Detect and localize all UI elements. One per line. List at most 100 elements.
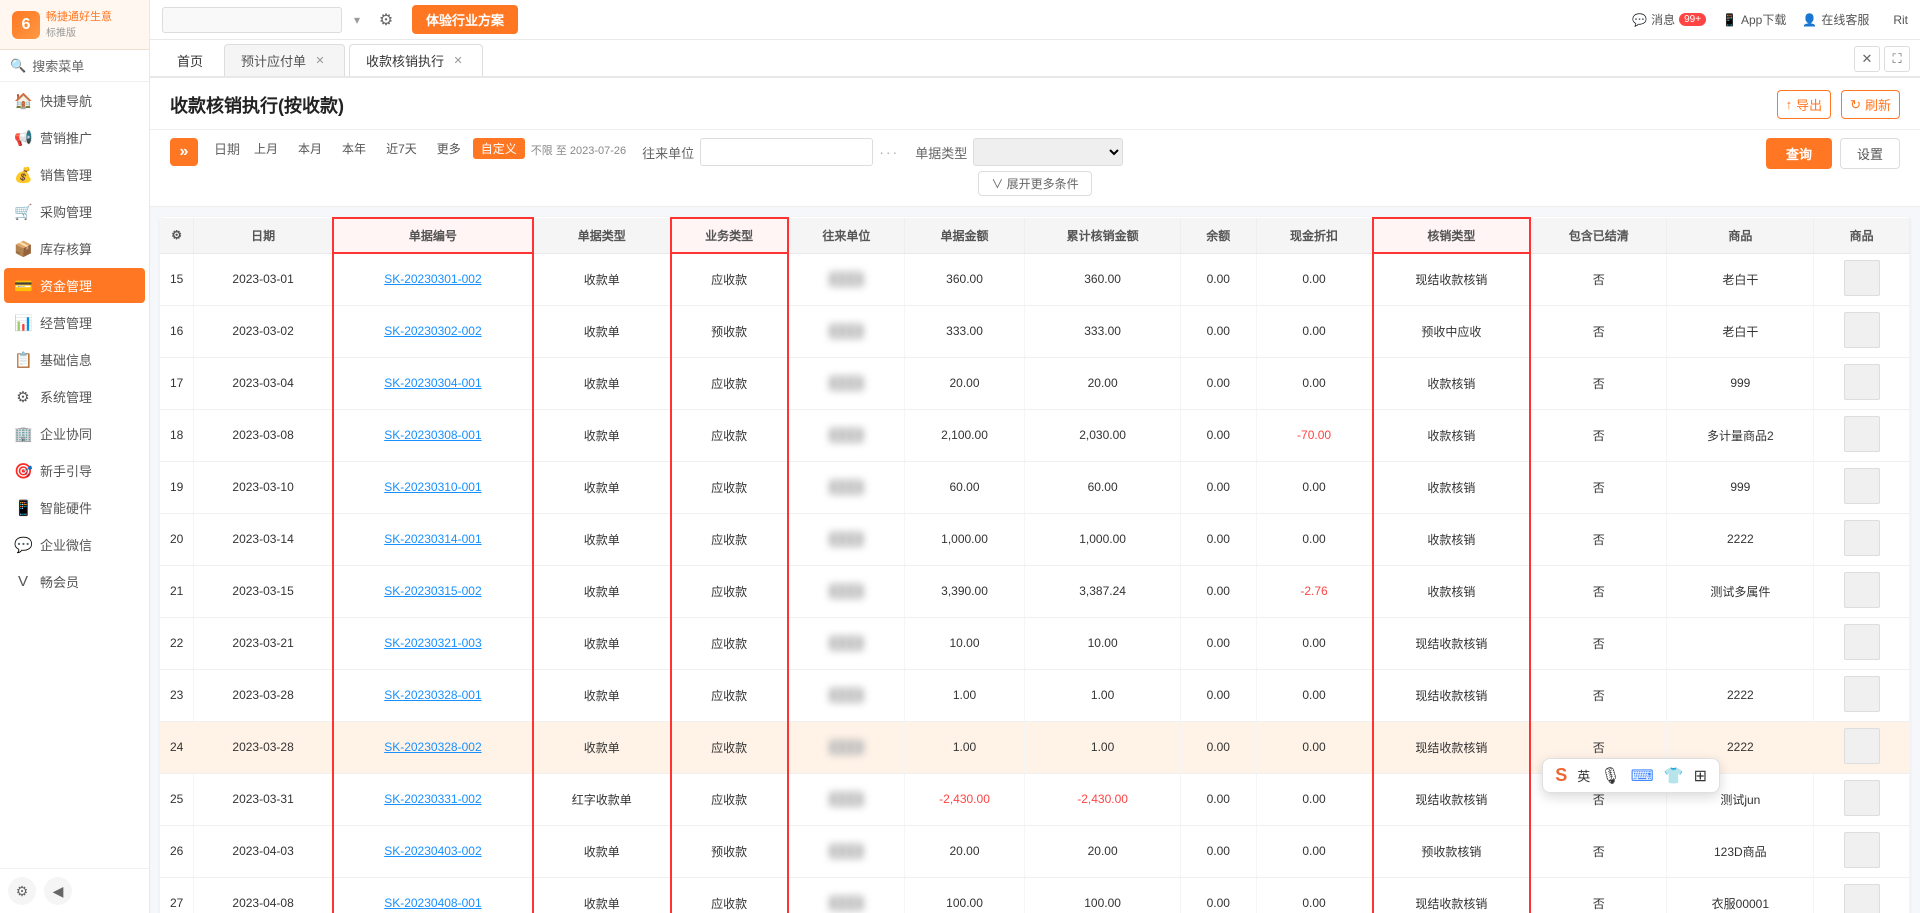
date-pill-this-year[interactable]: 本年: [334, 138, 374, 159]
refresh-btn[interactable]: ↻ 刷新: [1841, 90, 1900, 119]
sidebar-item-member[interactable]: V 畅会员: [4, 564, 145, 599]
td-writeoff-type: 收款核销: [1373, 513, 1531, 565]
tab-writeoff[interactable]: 收款核销执行 ✕: [349, 44, 483, 76]
ime-mic-icon[interactable]: 🎙: [1600, 766, 1620, 786]
td-date: 2023-03-02: [194, 305, 333, 357]
td-docno[interactable]: SK-20230328-002: [333, 721, 533, 773]
filter-expand-btn[interactable]: »: [170, 138, 198, 166]
table-row[interactable]: 152023-03-01SK-20230301-002收款单应收款████360…: [160, 253, 1910, 305]
tab-close-icon[interactable]: ✕: [450, 53, 466, 69]
table-row[interactable]: 162023-03-02SK-20230302-002收款单预收款████333…: [160, 305, 1910, 357]
sidebar-item-label: 新手引导: [40, 461, 92, 480]
doctype-select[interactable]: [973, 138, 1123, 166]
date-pill-custom[interactable]: 自定义: [473, 138, 525, 159]
td-date: 2023-03-04: [194, 357, 333, 409]
table-row[interactable]: 222023-03-21SK-20230321-003收款单应收款████10.…: [160, 617, 1910, 669]
sidebar-item-inventory[interactable]: 📦 库存核算: [4, 231, 145, 266]
td-biztype: 应收款: [671, 253, 788, 305]
dots-icon[interactable]: ···: [879, 144, 899, 160]
td-balance: 0.00: [1181, 305, 1256, 357]
sidebar-item-purchase[interactable]: 🛒 采购管理: [4, 194, 145, 229]
sidebar-item-sales[interactable]: 💰 销售管理: [4, 157, 145, 192]
table-row[interactable]: 232023-03-28SK-20230328-001收款单应收款████1.0…: [160, 669, 1910, 721]
online-service-btn[interactable]: 👤 在线客服: [1802, 11, 1869, 28]
user-label[interactable]: Rit: [1893, 13, 1908, 27]
table-row[interactable]: 272023-04-08SK-20230408-001收款单应收款████100…: [160, 877, 1910, 913]
industry-btn[interactable]: 体验行业方案: [412, 5, 518, 34]
date-pills: 上月 本月 本年 近7天 更多 自定义: [246, 138, 525, 159]
message-btn[interactable]: 💬 消息 99+: [1632, 11, 1706, 28]
sidebar-item-finance[interactable]: 💳 资金管理: [4, 268, 145, 303]
table-row[interactable]: 202023-03-14SK-20230314-001收款单应收款████1,0…: [160, 513, 1910, 565]
td-docno[interactable]: SK-20230304-001: [333, 357, 533, 409]
breadcrumb-input[interactable]: [162, 7, 342, 33]
td-doctype: 收款单: [533, 461, 670, 513]
td-doctype: 红字收款单: [533, 773, 670, 825]
td-docno[interactable]: SK-20230315-002: [333, 565, 533, 617]
th-balance: 余额: [1181, 218, 1256, 253]
td-doctype: 收款单: [533, 357, 670, 409]
td-discount: 0.00: [1256, 305, 1373, 357]
th-settings[interactable]: ⚙: [160, 218, 194, 253]
date-pill-7days[interactable]: 近7天: [378, 138, 425, 159]
td-docno[interactable]: SK-20230302-002: [333, 305, 533, 357]
sidebar-item-label: 系统管理: [40, 387, 92, 406]
tab-label: 收款核销执行: [366, 51, 444, 70]
tab-expand-btn[interactable]: ⛶: [1884, 46, 1910, 72]
expand-more-btn[interactable]: ∨ 展开更多条件: [978, 171, 1091, 196]
table-row[interactable]: 182023-03-08SK-20230308-001收款单应收款████2,1…: [160, 409, 1910, 461]
sidebar-item-basic[interactable]: 📋 基础信息: [4, 342, 145, 377]
sidebar-item-marketing[interactable]: 📢 营销推广: [4, 120, 145, 155]
date-pill-last-month[interactable]: 上月: [246, 138, 286, 159]
export-btn[interactable]: ↑ 导出: [1777, 90, 1832, 119]
td-docno[interactable]: SK-20230403-002: [333, 825, 533, 877]
td-docno[interactable]: SK-20230308-001: [333, 409, 533, 461]
td-docno[interactable]: SK-20230301-002: [333, 253, 533, 305]
table-row[interactable]: 172023-03-04SK-20230304-001收款单应收款████20.…: [160, 357, 1910, 409]
ime-shirt-icon[interactable]: 👕: [1664, 766, 1684, 786]
tab-home[interactable]: 首页: [160, 44, 220, 76]
th-biztype: 业务类型: [671, 218, 788, 253]
query-btn[interactable]: 查询: [1766, 138, 1832, 169]
setting-btn[interactable]: 设置: [1840, 138, 1900, 169]
ime-grid-icon[interactable]: ⊞: [1694, 766, 1707, 786]
tab-pending[interactable]: 预计应付单 ✕: [224, 44, 345, 76]
date-pill-more[interactable]: 更多: [429, 138, 469, 159]
td-seq: 25: [160, 773, 194, 825]
td-seq: 21: [160, 565, 194, 617]
tab-close-all-btn[interactable]: ✕: [1854, 46, 1880, 72]
td-discount: 0.00: [1256, 773, 1373, 825]
sidebar-item-enterprise[interactable]: 🏢 企业协同: [4, 416, 145, 451]
date-pill-this-month[interactable]: 本月: [290, 138, 330, 159]
td-goods2: [1814, 357, 1910, 409]
settings-bottom-btn[interactable]: ⚙: [8, 877, 36, 905]
td-amount: 333.00: [904, 305, 1024, 357]
app-download-btn[interactable]: 📱 App下载: [1722, 11, 1786, 28]
td-goods: 老白干: [1667, 305, 1814, 357]
td-docno[interactable]: SK-20230328-001: [333, 669, 533, 721]
sidebar-search[interactable]: 🔍 搜索菜单: [0, 50, 149, 82]
sidebar-item-system[interactable]: ⚙ 系统管理: [4, 379, 145, 414]
td-writeoff-type: 收款核销: [1373, 357, 1531, 409]
td-writeoff-amount: 2,030.00: [1025, 409, 1181, 461]
sidebar-item-operation[interactable]: 📊 经营管理: [4, 305, 145, 340]
table-row[interactable]: 262023-04-03SK-20230403-002收款单预收款████20.…: [160, 825, 1910, 877]
td-docno[interactable]: SK-20230408-001: [333, 877, 533, 913]
td-docno[interactable]: SK-20230321-003: [333, 617, 533, 669]
collapse-btn[interactable]: ◀: [44, 877, 72, 905]
tab-close-icon[interactable]: ✕: [312, 53, 328, 69]
ime-keyboard-icon[interactable]: ⌨: [1631, 766, 1654, 786]
table-row[interactable]: 212023-03-15SK-20230315-002收款单应收款████3,3…: [160, 565, 1910, 617]
home-icon: 🏠: [14, 92, 32, 110]
td-docno[interactable]: SK-20230331-002: [333, 773, 533, 825]
sidebar-item-guide[interactable]: 🎯 新手引导: [4, 453, 145, 488]
unit-input[interactable]: [700, 138, 873, 166]
td-docno[interactable]: SK-20230314-001: [333, 513, 533, 565]
gear-icon[interactable]: ⚙: [372, 6, 400, 34]
message-label: 消息: [1651, 11, 1675, 28]
sidebar-item-hardware[interactable]: 📱 智能硬件: [4, 490, 145, 525]
sidebar-item-wechat[interactable]: 💬 企业微信: [4, 527, 145, 562]
table-row[interactable]: 192023-03-10SK-20230310-001收款单应收款████60.…: [160, 461, 1910, 513]
td-docno[interactable]: SK-20230310-001: [333, 461, 533, 513]
sidebar-item-quick[interactable]: 🏠 快捷导航: [4, 83, 145, 118]
